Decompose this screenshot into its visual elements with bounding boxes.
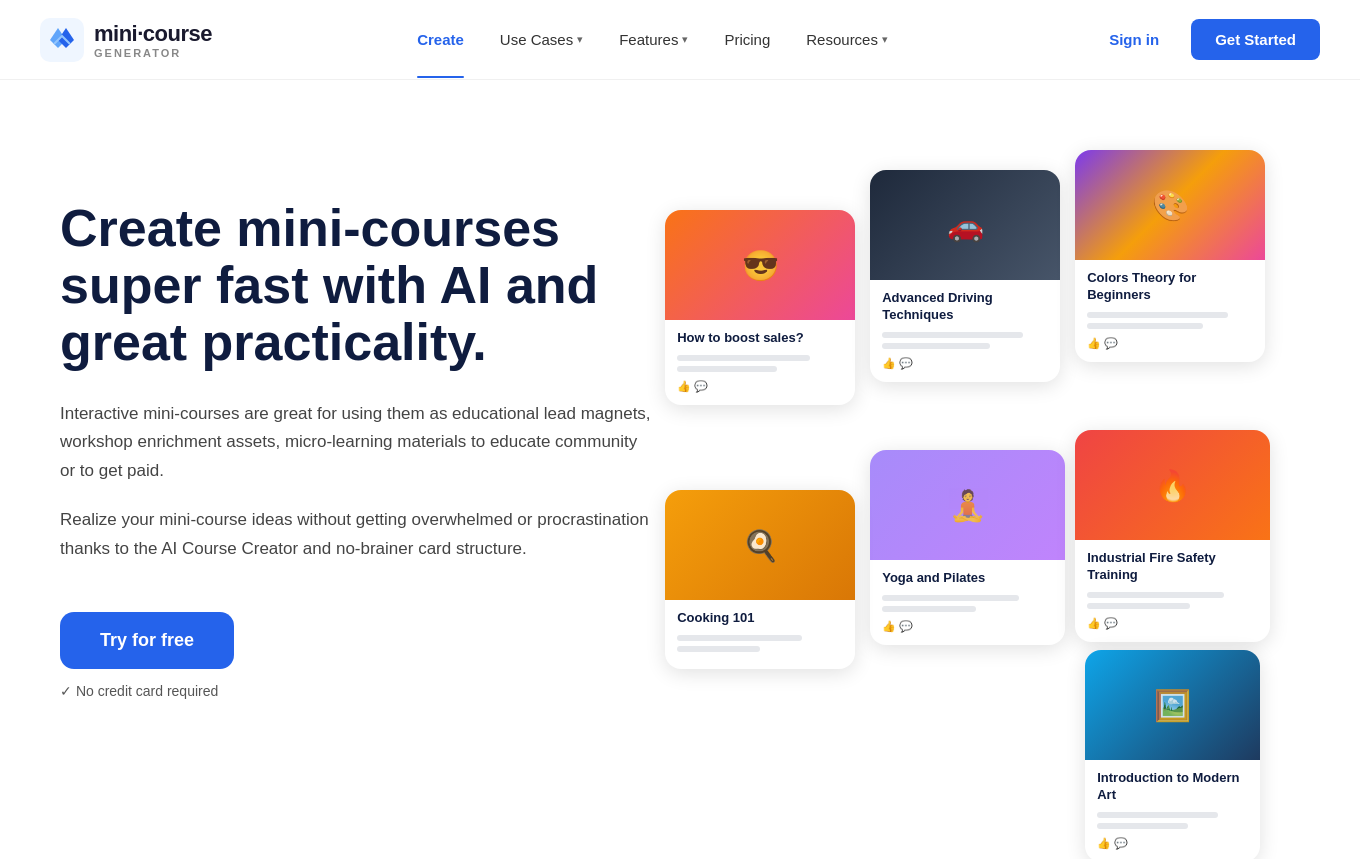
card-title: Industrial Fire Safety Training — [1087, 550, 1258, 584]
nav-links: Create Use Cases ▾ Features ▾ Pricing Re… — [403, 23, 902, 56]
nav-pricing[interactable]: Pricing — [710, 23, 784, 56]
sign-in-link[interactable]: Sign in — [1093, 23, 1175, 56]
card-title: How to boost sales? — [677, 330, 843, 347]
try-free-button[interactable]: Try for free — [60, 612, 234, 669]
card-title: Colors Theory for Beginners — [1087, 270, 1253, 304]
card-image-driving: 🚗 — [870, 170, 1060, 280]
card-image-colors: 🎨 — [1075, 150, 1265, 260]
card-title: Cooking 101 — [677, 610, 843, 627]
card-image-fire: 🔥 — [1075, 430, 1270, 540]
card-title: Introduction to Modern Art — [1097, 770, 1248, 804]
hero-content: Create mini-courses super fast with AI a… — [60, 160, 655, 699]
course-card-modern-art: 🖼️ Introduction to Modern Art 👍 💬 — [1085, 650, 1260, 859]
nav-right: Sign in Get Started — [1093, 19, 1320, 60]
logo-icon — [40, 18, 84, 62]
nav-features[interactable]: Features ▾ — [605, 23, 702, 56]
nav-resources[interactable]: Resources ▾ — [792, 23, 902, 56]
hero-description-2: Realize your mini-course ideas without g… — [60, 506, 655, 564]
card-image-yoga: 🧘 — [870, 450, 1065, 560]
course-card-driving: 🚗 Advanced Driving Techniques 👍 💬 — [870, 170, 1060, 382]
navbar: mini·course GENERATOR Create Use Cases ▾… — [0, 0, 1360, 80]
hero-section: Create mini-courses super fast with AI a… — [0, 80, 1360, 840]
course-card-cooking: 🍳 Cooking 101 — [665, 490, 855, 669]
logo[interactable]: mini·course GENERATOR — [40, 18, 212, 62]
course-card-fire-safety: 🔥 Industrial Fire Safety Training 👍 💬 — [1075, 430, 1270, 642]
card-image-cooking: 🍳 — [665, 490, 855, 600]
hero-description-1: Interactive mini-courses are great for u… — [60, 400, 655, 487]
card-image-art: 🖼️ — [1085, 650, 1260, 760]
course-card-boost-sales: 😎 How to boost sales? 👍 💬 — [665, 210, 855, 405]
card-image-boost-sales: 😎 — [665, 210, 855, 320]
chevron-down-icon: ▾ — [882, 33, 888, 46]
brand-name: mini·course — [94, 21, 212, 47]
logo-text: mini·course GENERATOR — [94, 21, 212, 59]
course-card-yoga: 🧘 Yoga and Pilates 👍 💬 — [870, 450, 1065, 645]
hero-title: Create mini-courses super fast with AI a… — [60, 200, 655, 372]
nav-create[interactable]: Create — [403, 23, 478, 56]
card-title: Yoga and Pilates — [882, 570, 1053, 587]
no-credit-card-note: ✓ No credit card required — [60, 683, 655, 699]
course-card-colors: 🎨 Colors Theory for Beginners 👍 💬 — [1075, 150, 1265, 362]
nav-use-cases[interactable]: Use Cases ▾ — [486, 23, 597, 56]
chevron-down-icon: ▾ — [682, 33, 688, 46]
get-started-button[interactable]: Get Started — [1191, 19, 1320, 60]
brand-sub: GENERATOR — [94, 47, 212, 59]
course-cards-mockup: 😎 How to boost sales? 👍 💬 🚗 Advanced Dri… — [655, 170, 1300, 730]
card-title: Advanced Driving Techniques — [882, 290, 1048, 324]
chevron-down-icon: ▾ — [577, 33, 583, 46]
